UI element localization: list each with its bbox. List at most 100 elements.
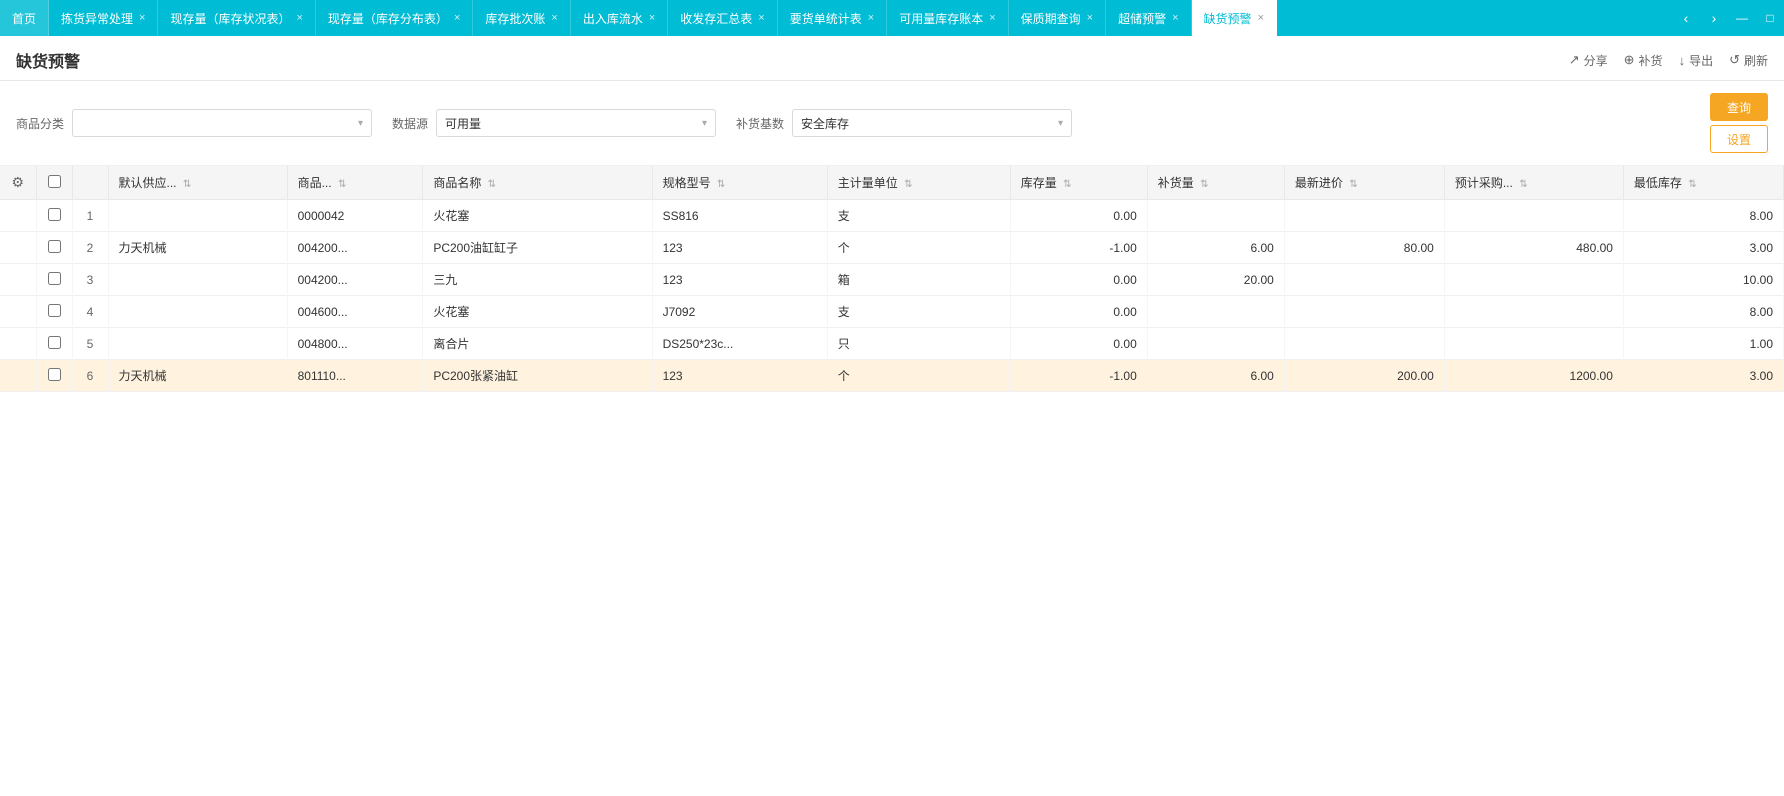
row-unit: 支: [827, 296, 1010, 328]
tab-close-icon[interactable]: ×: [649, 12, 655, 24]
row-spec: 123: [652, 232, 827, 264]
row-spec: DS250*23c...: [652, 328, 827, 360]
stock-sort-icon[interactable]: ⇅: [1063, 179, 1071, 190]
row-supplier: [108, 328, 287, 360]
replenish-base-value: 安全库存: [801, 115, 849, 132]
tab-stock-dist[interactable]: 现存量（库存分布表）×: [316, 0, 473, 36]
tab-expiry[interactable]: 保质期查询×: [1009, 0, 1106, 36]
row-stock: 0.00: [1010, 264, 1147, 296]
replenish-sort-icon[interactable]: ⇅: [1200, 179, 1208, 190]
category-select[interactable]: ▾: [72, 109, 372, 137]
export-button[interactable]: ↓ 导出: [1679, 52, 1714, 69]
tab-prev-btn[interactable]: ‹: [1672, 0, 1700, 36]
row-checkbox-cell[interactable]: [36, 328, 72, 360]
tab-close-icon[interactable]: ×: [139, 12, 145, 24]
row-checkbox[interactable]: [48, 240, 61, 253]
filter-row: 商品分类 ▾ 数据源 可用量 ▾ 补货基数 安全库存 ▾ 查询 设置: [0, 81, 1784, 166]
replenish-button[interactable]: ⊕ 补货: [1624, 52, 1663, 69]
product-name-sort-icon[interactable]: ⇅: [488, 179, 496, 190]
spec-sort-icon[interactable]: ⇅: [717, 179, 725, 190]
tab-batch-account[interactable]: 库存批次账×: [473, 0, 570, 36]
tab-close-icon[interactable]: ×: [1258, 12, 1264, 24]
row-unit: 个: [827, 360, 1010, 392]
row-checkbox-cell[interactable]: [36, 264, 72, 296]
row-checkbox[interactable]: [48, 304, 61, 317]
window-minimize-btn[interactable]: —: [1728, 0, 1756, 36]
tab-close-icon[interactable]: ×: [454, 12, 460, 24]
supplier-sort-icon[interactable]: ⇅: [183, 179, 191, 190]
tab-shortage[interactable]: 缺货预警×: [1192, 0, 1277, 36]
row-product-code: 004200...: [287, 264, 423, 296]
tab-demand-stat[interactable]: 要货单统计表×: [778, 0, 887, 36]
tab-home[interactable]: 首页: [0, 0, 49, 36]
row-min-stock: 3.00: [1623, 360, 1783, 392]
table-row: 4 004600... 火花塞 J7092 支 0.00 8.00: [0, 296, 1784, 328]
settings-button[interactable]: 设置: [1710, 125, 1768, 153]
row-checkbox-cell[interactable]: [36, 296, 72, 328]
tab-close-icon[interactable]: ×: [758, 12, 764, 24]
th-spec: 规格型号 ⇅: [652, 166, 827, 200]
query-button[interactable]: 查询: [1710, 93, 1768, 121]
tab-close-icon[interactable]: ×: [296, 12, 302, 24]
tab-close-icon[interactable]: ×: [868, 12, 874, 24]
row-supplier: [108, 296, 287, 328]
row-stock: -1.00: [1010, 360, 1147, 392]
row-est-purchase: [1444, 328, 1623, 360]
datasource-value: 可用量: [445, 115, 481, 132]
replenish-base-select[interactable]: 安全库存 ▾: [792, 109, 1072, 137]
refresh-icon: ↺: [1729, 52, 1740, 68]
est-purchase-sort-icon[interactable]: ⇅: [1519, 179, 1527, 190]
tab-overstock[interactable]: 超储预警×: [1106, 0, 1191, 36]
row-number: 6: [72, 360, 108, 392]
row-checkbox[interactable]: [48, 208, 61, 221]
row-checkbox[interactable]: [48, 336, 61, 349]
unit-sort-icon[interactable]: ⇅: [904, 179, 912, 190]
row-replenish: [1147, 328, 1284, 360]
th-est-purchase-label: 预计采购...: [1455, 176, 1513, 190]
datasource-select[interactable]: 可用量 ▾: [436, 109, 716, 137]
row-product-name: 火花塞: [423, 200, 652, 232]
min-stock-sort-icon[interactable]: ⇅: [1688, 179, 1696, 190]
row-latest-price: [1284, 200, 1444, 232]
row-min-stock: 8.00: [1623, 296, 1783, 328]
share-button[interactable]: ↗ 分享: [1569, 52, 1608, 69]
row-latest-price: [1284, 328, 1444, 360]
row-number: 4: [72, 296, 108, 328]
gear-icon[interactable]: ⚙: [11, 174, 24, 190]
tab-in-out[interactable]: 出入库流水×: [571, 0, 668, 36]
tab-close-icon[interactable]: ×: [1087, 12, 1093, 24]
row-gear-cell: [0, 232, 36, 264]
row-gear-cell: [0, 264, 36, 296]
tab-available-ledger[interactable]: 可用量库存账本×: [887, 0, 1008, 36]
tab-label: 收发存汇总表: [680, 10, 752, 27]
main-content: 缺货预警 ↗ 分享 ⊕ 补货 ↓ 导出 ↺ 刷新 商品分类: [0, 36, 1784, 796]
th-gear[interactable]: ⚙: [0, 166, 36, 200]
tab-bar: 首页拣货异常处理×现存量（库存状况表）×现存量（库存分布表）×库存批次账×出入库…: [0, 0, 1784, 36]
row-checkbox-cell[interactable]: [36, 360, 72, 392]
tab-next-btn[interactable]: ›: [1700, 0, 1728, 36]
table-row: 6 力天机械 801110... PC200张紧油缸 123 个 -1.00 6…: [0, 360, 1784, 392]
row-latest-price: [1284, 296, 1444, 328]
tab-exception[interactable]: 拣货异常处理 ×: [49, 0, 158, 36]
latest-price-sort-icon[interactable]: ⇅: [1349, 179, 1357, 190]
tab-stock-status[interactable]: 现存量（库存状况表）×: [158, 0, 315, 36]
share-icon: ↗: [1569, 52, 1580, 68]
row-checkbox[interactable]: [48, 272, 61, 285]
row-gear-cell: [0, 296, 36, 328]
tab-recv-summary[interactable]: 收发存汇总表 ×: [668, 0, 777, 36]
tab-close-icon[interactable]: ×: [551, 12, 557, 24]
window-maximize-btn[interactable]: □: [1756, 0, 1784, 36]
row-number: 2: [72, 232, 108, 264]
select-all-checkbox[interactable]: [48, 175, 61, 188]
refresh-button[interactable]: ↺ 刷新: [1729, 52, 1768, 69]
row-product-name: 三九: [423, 264, 652, 296]
product-code-sort-icon[interactable]: ⇅: [338, 179, 346, 190]
share-label: 分享: [1584, 52, 1608, 69]
tab-close-icon[interactable]: ×: [989, 12, 995, 24]
row-checkbox[interactable]: [48, 368, 61, 381]
tab-label: 拣货异常处理: [61, 10, 133, 27]
row-checkbox-cell[interactable]: [36, 232, 72, 264]
row-min-stock: 10.00: [1623, 264, 1783, 296]
row-checkbox-cell[interactable]: [36, 200, 72, 232]
tab-close-icon[interactable]: ×: [1172, 12, 1178, 24]
